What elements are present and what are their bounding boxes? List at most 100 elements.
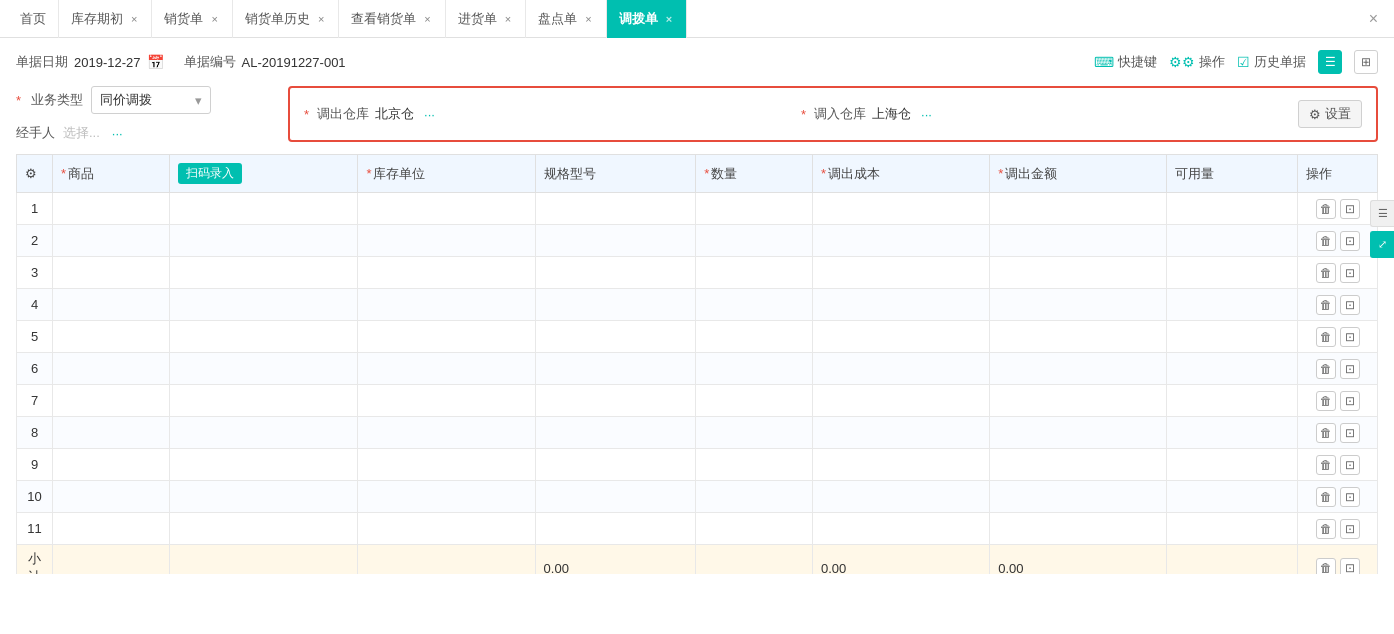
- row-spec[interactable]: [535, 481, 696, 513]
- row-qty[interactable]: [696, 385, 813, 417]
- row-cost[interactable]: [813, 225, 990, 257]
- row-available[interactable]: [1167, 193, 1298, 225]
- row-amount[interactable]: [990, 193, 1167, 225]
- history-button[interactable]: ☑ 历史单据: [1237, 53, 1306, 71]
- row-unit[interactable]: [358, 481, 535, 513]
- row-amount[interactable]: [990, 353, 1167, 385]
- target-warehouse-more-icon[interactable]: ···: [921, 107, 932, 122]
- row-spec[interactable]: [535, 257, 696, 289]
- delete-row-button[interactable]: 🗑: [1316, 263, 1336, 283]
- row-qty[interactable]: [696, 481, 813, 513]
- copy-row-button[interactable]: ⊡: [1340, 359, 1360, 379]
- row-amount[interactable]: [990, 513, 1167, 545]
- row-unit[interactable]: [358, 225, 535, 257]
- row-spec[interactable]: [535, 385, 696, 417]
- row-cost[interactable]: [813, 289, 990, 321]
- row-product[interactable]: [53, 417, 170, 449]
- row-amount[interactable]: [990, 449, 1167, 481]
- source-warehouse-value[interactable]: 北京仓: [375, 105, 414, 123]
- calendar-icon[interactable]: 📅: [147, 54, 164, 70]
- row-qty[interactable]: [696, 417, 813, 449]
- row-product[interactable]: [53, 289, 170, 321]
- list-view-button[interactable]: ☰: [1318, 50, 1342, 74]
- tab-inventory-init[interactable]: 库存期初 ×: [59, 0, 152, 38]
- source-warehouse-more-icon[interactable]: ···: [424, 107, 435, 122]
- operations-button[interactable]: ⚙⚙ 操作: [1169, 53, 1225, 71]
- delete-row-button[interactable]: 🗑: [1316, 391, 1336, 411]
- delete-row-button[interactable]: 🗑: [1316, 295, 1336, 315]
- delete-row-button[interactable]: 🗑: [1316, 231, 1336, 251]
- copy-row-button[interactable]: ⊡: [1340, 487, 1360, 507]
- copy-row-button[interactable]: ⊡: [1340, 455, 1360, 475]
- row-qty[interactable]: [696, 321, 813, 353]
- delete-row-button[interactable]: 🗑: [1316, 359, 1336, 379]
- row-cost[interactable]: [813, 481, 990, 513]
- row-qty[interactable]: [696, 289, 813, 321]
- row-unit[interactable]: [358, 289, 535, 321]
- delete-row-button[interactable]: 🗑: [1316, 487, 1336, 507]
- row-unit[interactable]: [358, 193, 535, 225]
- row-unit[interactable]: [358, 385, 535, 417]
- row-spec[interactable]: [535, 353, 696, 385]
- window-close-button[interactable]: ×: [1361, 10, 1386, 28]
- tab-close-sales-history[interactable]: ×: [316, 13, 326, 25]
- row-qty[interactable]: [696, 353, 813, 385]
- tab-home[interactable]: 首页: [8, 0, 59, 38]
- date-value[interactable]: 2019-12-27: [74, 55, 141, 70]
- tab-purchase[interactable]: 进货单 ×: [446, 0, 526, 38]
- tab-view-sales[interactable]: 查看销货单 ×: [339, 0, 445, 38]
- row-product[interactable]: [53, 353, 170, 385]
- row-amount[interactable]: [990, 417, 1167, 449]
- row-available[interactable]: [1167, 385, 1298, 417]
- subtotal-delete-button[interactable]: 🗑: [1316, 558, 1336, 574]
- row-unit[interactable]: [358, 417, 535, 449]
- row-product[interactable]: [53, 225, 170, 257]
- handler-more-icon[interactable]: ···: [112, 126, 123, 141]
- delete-row-button[interactable]: 🗑: [1316, 423, 1336, 443]
- target-warehouse-value[interactable]: 上海仓: [872, 105, 911, 123]
- row-cost[interactable]: [813, 449, 990, 481]
- tab-close-transfer[interactable]: ×: [664, 13, 674, 25]
- row-product[interactable]: [53, 513, 170, 545]
- row-qty[interactable]: [696, 193, 813, 225]
- row-available[interactable]: [1167, 513, 1298, 545]
- shortcuts-button[interactable]: ⌨ 快捷键: [1094, 53, 1157, 71]
- row-available[interactable]: [1167, 417, 1298, 449]
- col-gear[interactable]: ⚙: [17, 155, 53, 193]
- row-unit[interactable]: [358, 257, 535, 289]
- row-amount[interactable]: [990, 257, 1167, 289]
- row-available[interactable]: [1167, 257, 1298, 289]
- row-available[interactable]: [1167, 289, 1298, 321]
- copy-row-button[interactable]: ⊡: [1340, 199, 1360, 219]
- row-amount[interactable]: [990, 385, 1167, 417]
- grid-view-button[interactable]: ⊞: [1354, 50, 1378, 74]
- row-spec[interactable]: [535, 321, 696, 353]
- row-spec[interactable]: [535, 449, 696, 481]
- tab-transfer[interactable]: 调拨单 ×: [607, 0, 687, 38]
- row-qty[interactable]: [696, 449, 813, 481]
- tab-close-view-sales[interactable]: ×: [422, 13, 432, 25]
- settings-button[interactable]: ⚙ 设置: [1298, 100, 1362, 128]
- tab-close-inventory-init[interactable]: ×: [129, 13, 139, 25]
- delete-row-button[interactable]: 🗑: [1316, 327, 1336, 347]
- row-amount[interactable]: [990, 289, 1167, 321]
- float-expand-button[interactable]: ⤢: [1370, 231, 1394, 258]
- row-cost[interactable]: [813, 513, 990, 545]
- row-spec[interactable]: [535, 513, 696, 545]
- tab-close-sales-order[interactable]: ×: [209, 13, 219, 25]
- row-available[interactable]: [1167, 353, 1298, 385]
- copy-row-button[interactable]: ⊡: [1340, 391, 1360, 411]
- handler-value[interactable]: 选择...: [63, 124, 100, 142]
- copy-row-button[interactable]: ⊡: [1340, 519, 1360, 539]
- tab-sales-order[interactable]: 销货单 ×: [152, 0, 232, 38]
- row-available[interactable]: [1167, 321, 1298, 353]
- row-unit[interactable]: [358, 353, 535, 385]
- subtotal-copy-button[interactable]: ⊡: [1340, 558, 1360, 574]
- copy-row-button[interactable]: ⊡: [1340, 231, 1360, 251]
- tab-close-inventory-check[interactable]: ×: [583, 13, 593, 25]
- row-available[interactable]: [1167, 449, 1298, 481]
- row-product[interactable]: [53, 385, 170, 417]
- row-spec[interactable]: [535, 417, 696, 449]
- row-available[interactable]: [1167, 481, 1298, 513]
- row-unit[interactable]: [358, 513, 535, 545]
